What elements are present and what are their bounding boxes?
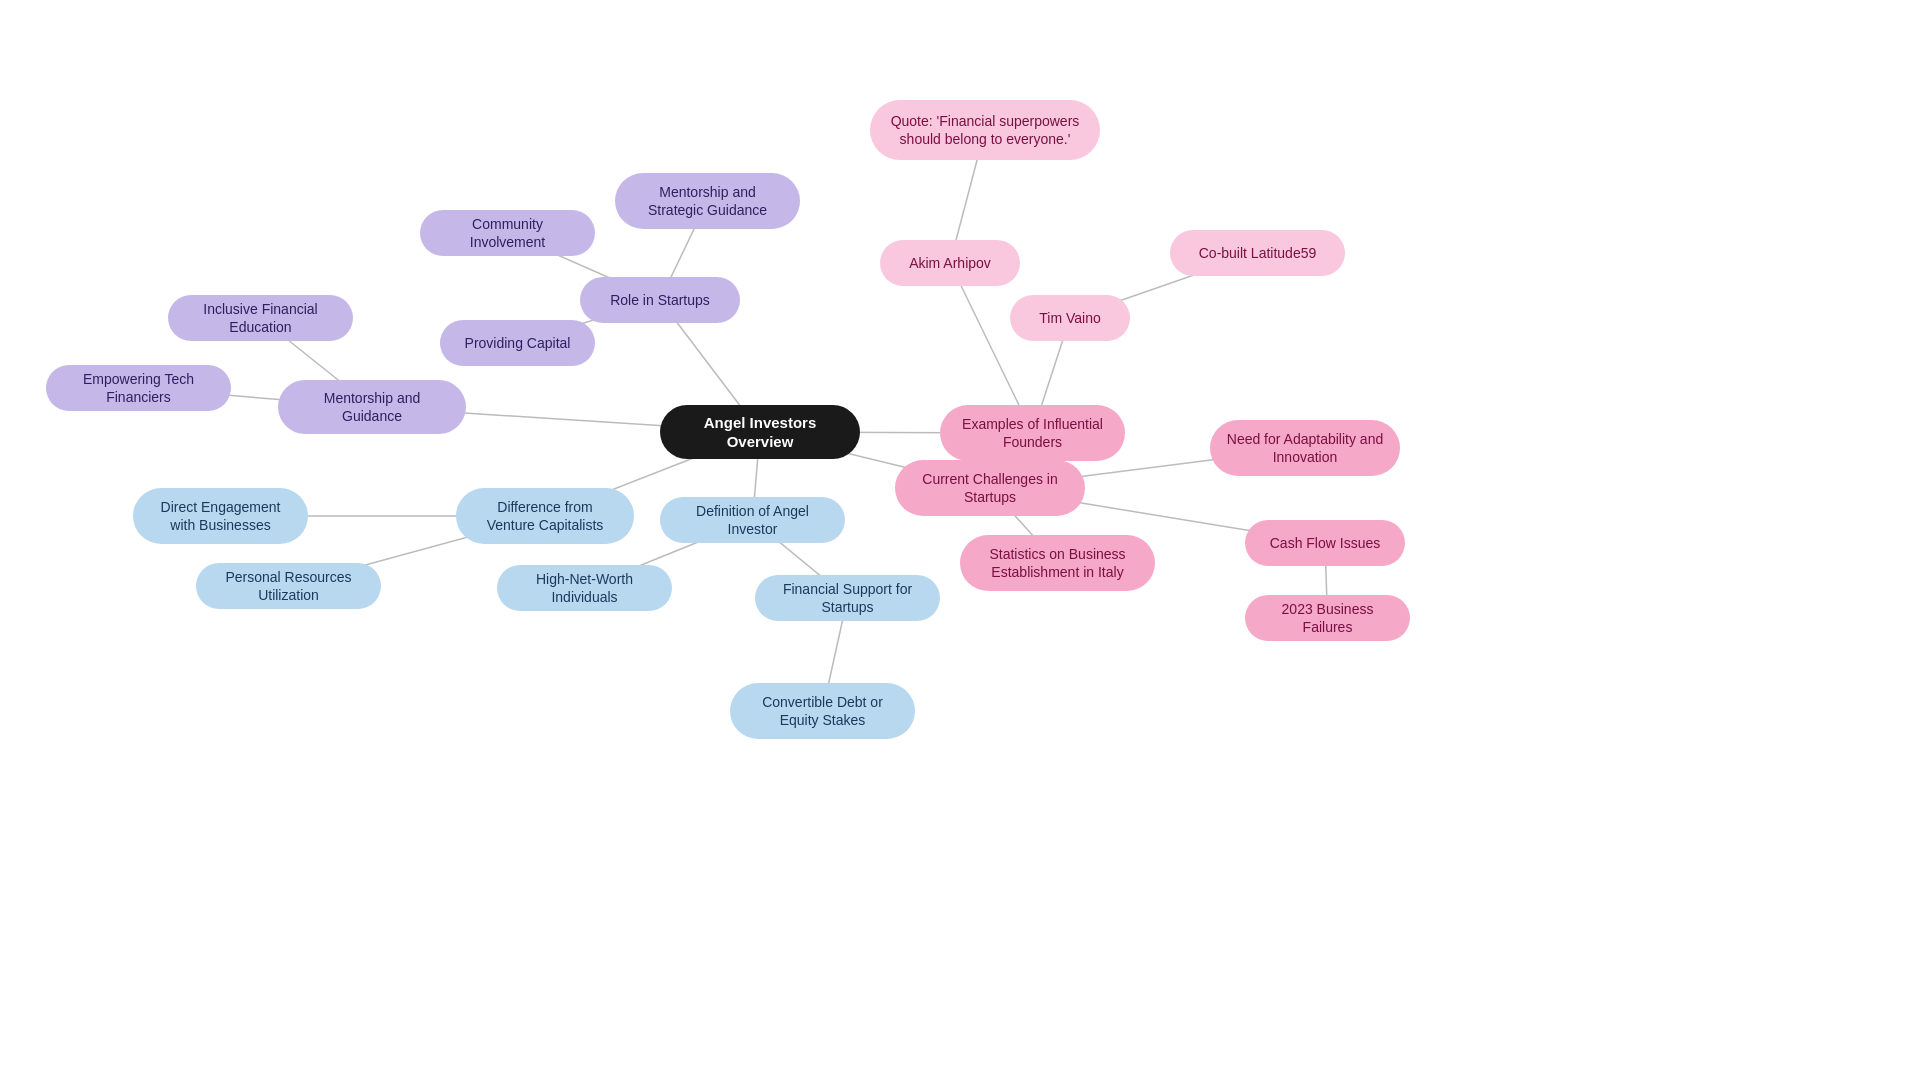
definition-angel-node[interactable]: Definition of Angel Investor <box>660 497 845 543</box>
current-challenges-node[interactable]: Current Challenges in Startups <box>895 460 1085 516</box>
direct-engagement-node[interactable]: Direct Engagement with Businesses <box>133 488 308 544</box>
providing-capital-node[interactable]: Providing Capital <box>440 320 595 366</box>
mentorship-strategic-node[interactable]: Mentorship and Strategic Guidance <box>615 173 800 229</box>
business-failures-node[interactable]: 2023 Business Failures <box>1245 595 1410 641</box>
examples-founders-node[interactable]: Examples of Influential Founders <box>940 405 1125 461</box>
mind-map: Angel Investors Overview Mentorship and G… <box>0 0 1920 1083</box>
need-adaptability-node[interactable]: Need for Adaptability and Innovation <box>1210 420 1400 476</box>
convertible-debt-node[interactable]: Convertible Debt or Equity Stakes <box>730 683 915 739</box>
center-node[interactable]: Angel Investors Overview <box>660 405 860 459</box>
akim-arhipov-node[interactable]: Akim Arhipov <box>880 240 1020 286</box>
tim-vaino-node[interactable]: Tim Vaino <box>1010 295 1130 341</box>
quote-financial-node[interactable]: Quote: 'Financial superpowers should bel… <box>870 100 1100 160</box>
financial-support-node[interactable]: Financial Support for Startups <box>755 575 940 621</box>
inclusive-financial-node[interactable]: Inclusive Financial Education <box>168 295 353 341</box>
personal-resources-node[interactable]: Personal Resources Utilization <box>196 563 381 609</box>
empowering-tech-node[interactable]: Empowering Tech Financiers <box>46 365 231 411</box>
co-built-node[interactable]: Co-built Latitude59 <box>1170 230 1345 276</box>
statistics-italy-node[interactable]: Statistics on Business Establishment in … <box>960 535 1155 591</box>
cash-flow-node[interactable]: Cash Flow Issues <box>1245 520 1405 566</box>
community-involvement-node[interactable]: Community Involvement <box>420 210 595 256</box>
role-in-startups-node[interactable]: Role in Startups <box>580 277 740 323</box>
high-net-worth-node[interactable]: High-Net-Worth Individuals <box>497 565 672 611</box>
mentorship-guidance-node[interactable]: Mentorship and Guidance <box>278 380 466 434</box>
difference-vc-node[interactable]: Difference from Venture Capitalists <box>456 488 634 544</box>
